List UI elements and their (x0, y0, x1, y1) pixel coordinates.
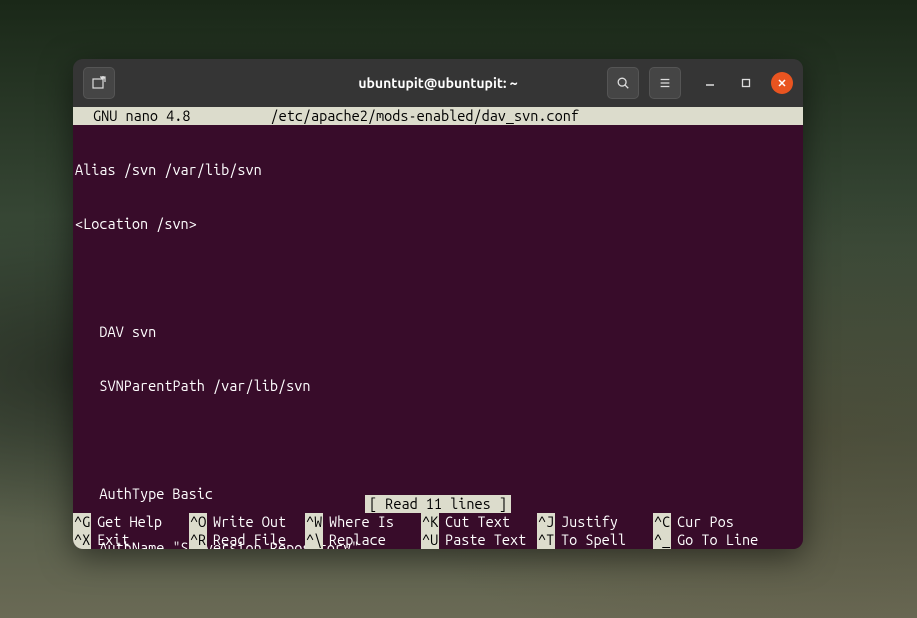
nano-status-line: [ Read 11 lines ] (73, 495, 803, 513)
search-button[interactable] (607, 67, 639, 99)
nano-status-text: [ Read 11 lines ] (365, 495, 511, 513)
shortcut-label: Paste Text (439, 531, 526, 549)
shortcut-key: ^C (653, 513, 671, 531)
editor-line: Alias /svn /var/lib/svn (75, 161, 801, 179)
window-titlebar[interactable]: ubuntupit@ubuntupit: ~ (73, 59, 803, 107)
shortcut-label: Get Help (91, 513, 162, 531)
shortcut-label: Go To Line (671, 531, 758, 549)
nano-header-bar: GNU nano 4.8 /etc/apache2/mods-enabled/d… (73, 107, 803, 125)
minimize-button[interactable] (699, 72, 721, 94)
shortcut-pastetext: ^U Paste Text (421, 531, 537, 549)
shortcut-writeout: ^O Write Out (189, 513, 305, 531)
close-icon (777, 78, 787, 88)
shortcut-exit: ^X Exit (73, 531, 189, 549)
close-button[interactable] (771, 72, 793, 94)
maximize-icon (741, 78, 751, 88)
nano-app-name: GNU nano 4.8 (93, 107, 190, 125)
editor-line: SVNParentPath /var/lib/svn (75, 377, 801, 395)
shortcut-key: ^T (537, 531, 555, 549)
minimize-icon (705, 78, 715, 88)
editor-line (75, 431, 801, 449)
shortcut-key: ^X (73, 531, 91, 549)
nano-filename: /etc/apache2/mods-enabled/dav_svn.conf (270, 107, 579, 125)
hamburger-icon (658, 76, 672, 90)
maximize-button[interactable] (735, 72, 757, 94)
shortcut-justify: ^J Justify (537, 513, 653, 531)
editor-line: <Location /svn> (75, 215, 801, 233)
shortcut-cuttext: ^K Cut Text (421, 513, 537, 531)
nano-editor-area[interactable]: Alias /svn /var/lib/svn <Location /svn> … (73, 125, 803, 549)
nano-shortcuts: ^G Get Help ^O Write Out ^W Where Is ^K … (73, 513, 803, 549)
shortcut-tospell: ^T To Spell (537, 531, 653, 549)
new-tab-button[interactable] (83, 67, 115, 99)
shortcut-label: Read File (207, 531, 286, 549)
shortcut-gotoline: ^_ Go To Line (653, 531, 769, 549)
shortcut-key: ^\ (305, 531, 323, 549)
editor-line (75, 269, 801, 287)
shortcut-help: ^G Get Help (73, 513, 189, 531)
shortcut-label: Write Out (207, 513, 286, 531)
shortcut-key: ^R (189, 531, 207, 549)
shortcut-curpos: ^C Cur Pos (653, 513, 769, 531)
shortcut-label: Cut Text (439, 513, 510, 531)
shortcut-label: Justify (555, 513, 618, 531)
shortcut-row: ^X Exit ^R Read File ^\ Replace ^U Paste… (73, 531, 803, 549)
shortcut-label: Where Is (323, 513, 394, 531)
shortcut-label: To Spell (555, 531, 626, 549)
shortcut-row: ^G Get Help ^O Write Out ^W Where Is ^K … (73, 513, 803, 531)
new-tab-icon (91, 75, 107, 91)
editor-line: DAV svn (75, 323, 801, 341)
window-title: ubuntupit@ubuntupit: ~ (358, 75, 517, 91)
shortcut-whereis: ^W Where Is (305, 513, 421, 531)
shortcut-key: ^G (73, 513, 91, 531)
shortcut-replace: ^\ Replace (305, 531, 421, 549)
shortcut-readfile: ^R Read File (189, 531, 305, 549)
shortcut-key: ^U (421, 531, 439, 549)
search-icon (616, 76, 630, 90)
shortcut-key: ^J (537, 513, 555, 531)
shortcut-key: ^O (189, 513, 207, 531)
terminal-body[interactable]: GNU nano 4.8 /etc/apache2/mods-enabled/d… (73, 107, 803, 549)
shortcut-label: Exit (91, 531, 129, 549)
hamburger-menu-button[interactable] (649, 67, 681, 99)
shortcut-label: Cur Pos (671, 513, 734, 531)
shortcut-label: Replace (323, 531, 386, 549)
shortcut-key: ^W (305, 513, 323, 531)
shortcut-key: ^K (421, 513, 439, 531)
terminal-window: ubuntupit@ubuntupit: ~ (73, 59, 803, 549)
shortcut-key: ^_ (653, 531, 671, 549)
